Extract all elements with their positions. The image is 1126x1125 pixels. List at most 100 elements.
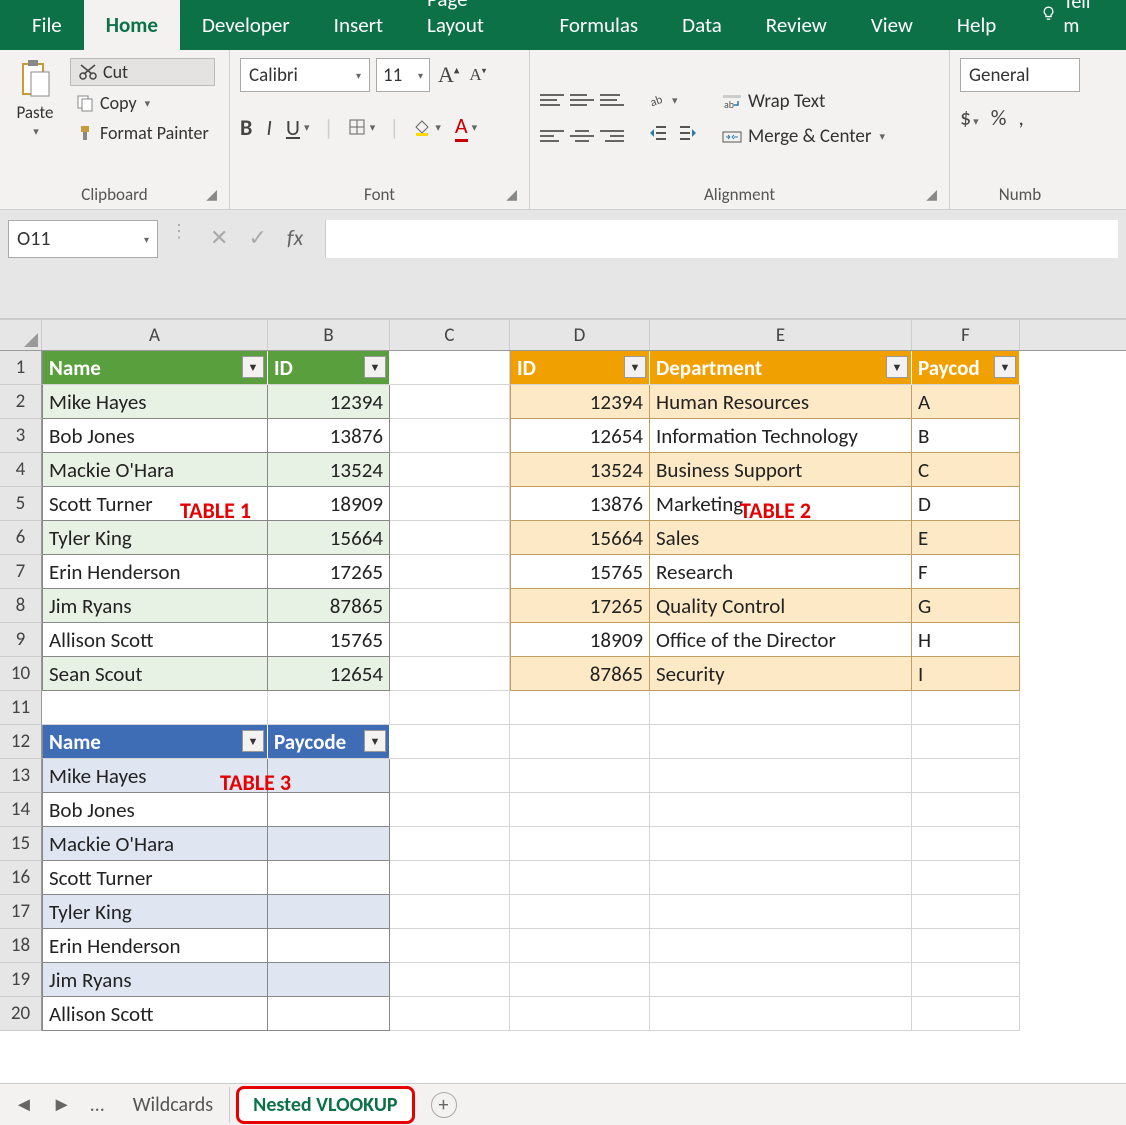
cell[interactable]: 13524 [268,453,390,487]
cell[interactable]: I [912,657,1020,691]
align-middle-button[interactable] [570,90,594,110]
tab-view[interactable]: View [849,0,935,50]
cell[interactable]: Name▼ [42,725,268,759]
cell[interactable]: Bob Jones [42,419,268,453]
cell[interactable] [510,759,650,793]
cell[interactable]: Jim Ryans [42,589,268,623]
cell[interactable] [268,895,390,929]
row-header[interactable]: 19 [0,963,42,997]
cell[interactable] [268,759,390,793]
shrink-font-button[interactable]: A▾ [467,65,488,85]
cell[interactable]: H [912,623,1020,657]
align-top-button[interactable] [540,90,564,110]
row-header[interactable]: 4 [0,453,42,487]
align-bottom-button[interactable] [600,90,624,110]
cell[interactable] [510,827,650,861]
column-header-D[interactable]: D [510,320,650,350]
cell[interactable]: Sales [650,521,912,555]
align-center-button[interactable] [570,126,594,146]
cell[interactable] [912,759,1020,793]
cell[interactable]: F [912,555,1020,589]
row-header[interactable]: 16 [0,861,42,895]
cell[interactable]: ID▼ [268,351,390,385]
merge-center-button[interactable]: Merge & Center▾ [722,125,885,148]
name-box[interactable]: O11▾ [8,220,158,258]
select-all-corner[interactable] [0,320,42,350]
cell[interactable]: 12654 [510,419,650,453]
cell[interactable]: 15765 [510,555,650,589]
cell[interactable] [390,351,510,385]
cell[interactable] [390,929,510,963]
cell[interactable]: Department▼ [650,351,912,385]
cell[interactable]: Mackie O'Hara [42,453,268,487]
enter-formula-button[interactable]: ✓ [248,224,266,251]
cell[interactable] [390,759,510,793]
orientation-button[interactable]: ab▾ [648,90,678,110]
number-format-select[interactable]: General [960,58,1080,92]
cell[interactable] [650,963,912,997]
accounting-format-button[interactable]: $▾ [960,104,979,131]
wrap-text-button[interactable]: abWrap Text [722,90,885,113]
cell[interactable] [510,929,650,963]
row-header[interactable]: 6 [0,521,42,555]
cell[interactable]: Name▼ [42,351,268,385]
format-painter-button[interactable]: Format Painter [70,120,215,146]
filter-button[interactable]: ▼ [624,356,646,378]
cell[interactable]: Scott Turner [42,487,268,521]
filter-button[interactable]: ▼ [242,730,264,752]
cell[interactable] [390,793,510,827]
dialog-launcher-icon[interactable]: ◢ [206,186,217,203]
cell[interactable] [650,725,912,759]
tab-data[interactable]: Data [660,0,744,50]
tab-developer[interactable]: Developer [180,0,312,50]
cell[interactable]: Sean Scout [42,657,268,691]
cell[interactable] [268,827,390,861]
cell[interactable]: 15664 [510,521,650,555]
row-header[interactable]: 18 [0,929,42,963]
filter-button[interactable]: ▼ [364,730,386,752]
cell[interactable]: 87865 [268,589,390,623]
cell[interactable]: Erin Henderson [42,555,268,589]
cell[interactable]: Mike Hayes [42,759,268,793]
cell[interactable] [390,555,510,589]
cell[interactable] [390,385,510,419]
cell[interactable]: 15765 [268,623,390,657]
cell[interactable]: 13876 [268,419,390,453]
row-header[interactable]: 3 [0,419,42,453]
row-header[interactable]: 8 [0,589,42,623]
row-header[interactable]: 17 [0,895,42,929]
cell[interactable] [650,759,912,793]
bold-button[interactable]: B [240,114,252,141]
cell[interactable] [912,691,1020,725]
cell[interactable]: 18909 [268,487,390,521]
cell[interactable]: Allison Scott [42,997,268,1031]
cell[interactable] [390,453,510,487]
cell[interactable] [912,827,1020,861]
cell[interactable]: Bob Jones [42,793,268,827]
cell[interactable] [268,691,390,725]
font-size-select[interactable]: 11▾ [376,58,430,92]
cell[interactable] [510,895,650,929]
cell[interactable]: Marketing [650,487,912,521]
cell[interactable]: B [912,419,1020,453]
cell[interactable] [268,963,390,997]
underline-button[interactable]: U▾ [286,114,310,141]
cell[interactable]: E [912,521,1020,555]
cell[interactable] [510,691,650,725]
cell[interactable] [390,861,510,895]
cell[interactable] [650,827,912,861]
dialog-launcher-icon[interactable]: ◢ [506,186,517,203]
copy-button[interactable]: Copy▾ [70,90,215,116]
cell[interactable]: 87865 [510,657,650,691]
cell[interactable] [390,895,510,929]
tab-help[interactable]: Help [935,0,1018,50]
cell[interactable]: Tyler King [42,895,268,929]
column-header-F[interactable]: F [912,320,1020,350]
cell[interactable] [912,725,1020,759]
cell[interactable] [390,963,510,997]
cell[interactable]: Business Support [650,453,912,487]
cell[interactable]: Scott Turner [42,861,268,895]
column-header-B[interactable]: B [268,320,390,350]
cell[interactable]: 12654 [268,657,390,691]
grow-font-button[interactable]: A▴ [436,62,461,88]
